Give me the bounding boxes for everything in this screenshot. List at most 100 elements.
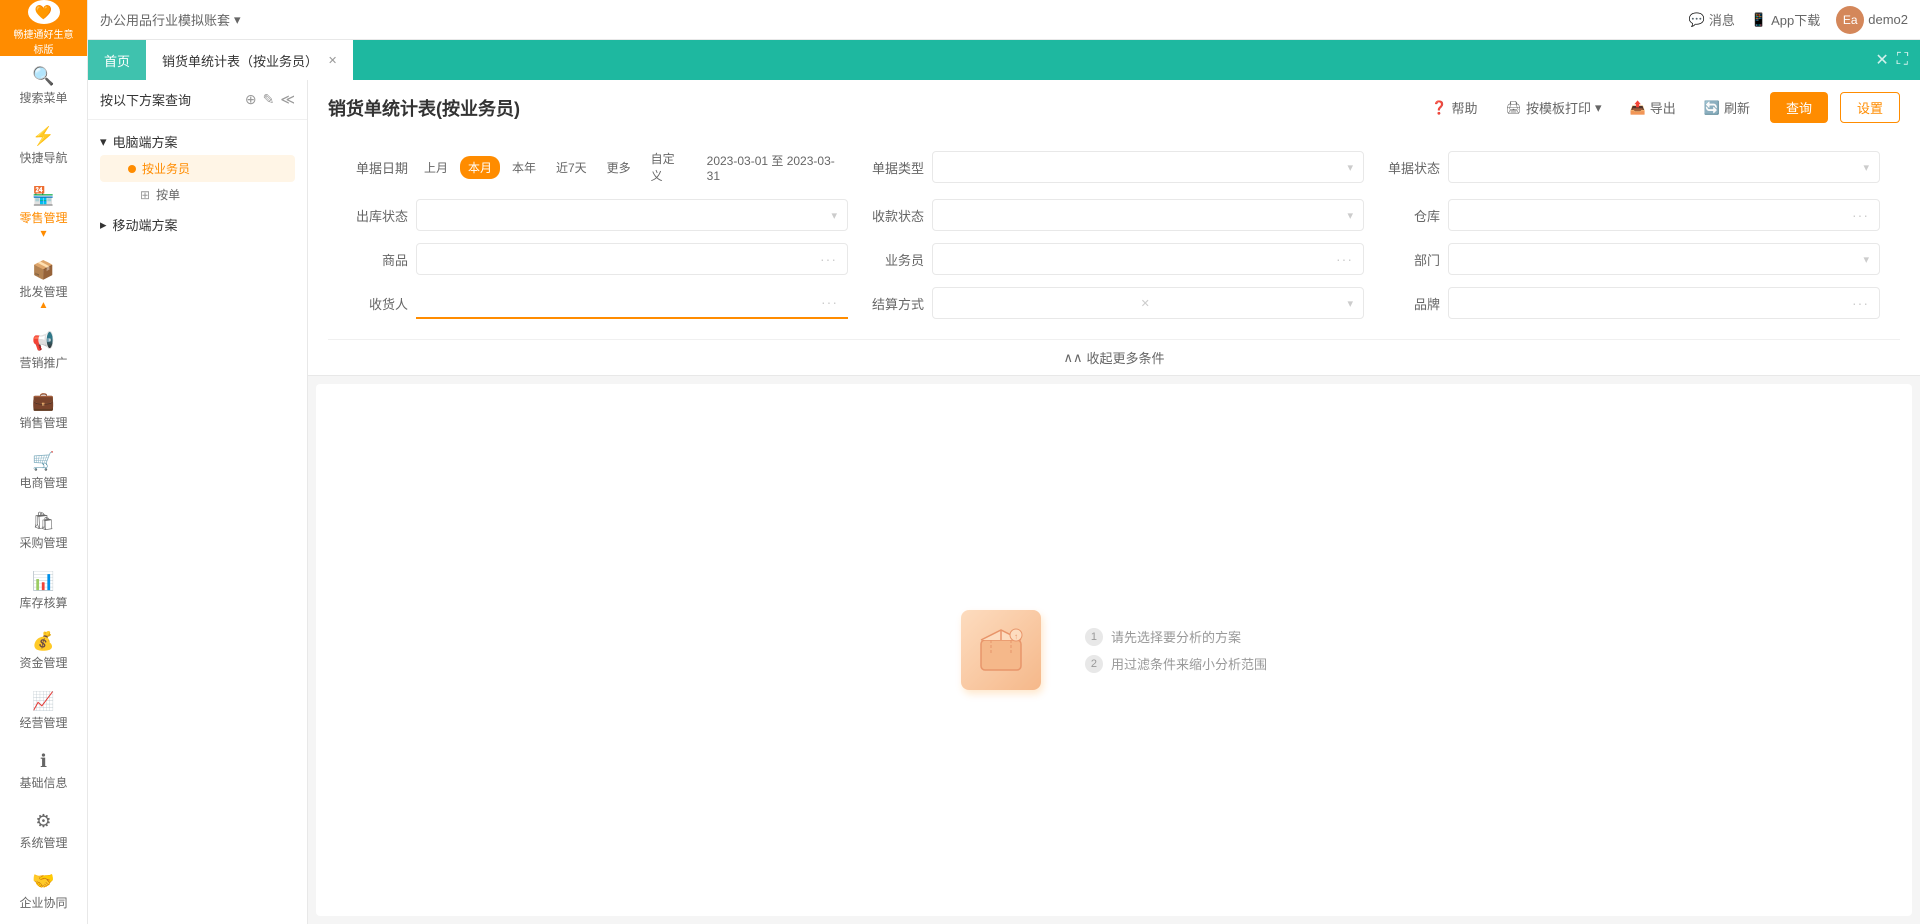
sidebar-item-quick[interactable]: ⚡ 快捷导航 <box>0 116 87 176</box>
app-subtitle: 标版 <box>34 41 54 56</box>
filter-row-1: 单据日期 上月 本月 本年 近7天 更多 自定义 2023-03-01 至 20… <box>348 147 1880 187</box>
query-btn[interactable]: 查询 <box>1770 92 1828 123</box>
left-panel-title: 按以下方案查询 <box>100 90 191 109</box>
tab-home-label: 首页 <box>104 51 130 70</box>
sidebar-item-operations[interactable]: 📈 经营管理 <box>0 681 87 741</box>
brand-input[interactable]: ··· <box>1448 287 1880 319</box>
filter-item-receiver: 收货人 ··· <box>348 287 848 319</box>
sidebar-item-finance[interactable]: 💰 资金管理 <box>0 621 87 681</box>
mobile-scheme-header[interactable]: 移动端方案 <box>100 211 295 238</box>
empty-hints: 1 请先选择要分析的方案 2 用过滤条件来缩小分析范围 <box>1085 627 1267 673</box>
date-btn-7days[interactable]: 近7天 <box>548 156 595 179</box>
settings-btn[interactable]: 设置 <box>1840 92 1900 123</box>
empty-hint-1: 1 请先选择要分析的方案 <box>1085 627 1267 646</box>
marketing-icon: 📢 <box>32 331 54 352</box>
export-icon: 📤 <box>1630 100 1646 116</box>
content-wrapper: 按以下方案查询 ⊕ ✎ ≪ 电脑端方案 按业务员 <box>88 80 1920 924</box>
operations-icon: 📈 <box>32 691 54 712</box>
query-label: 查询 <box>1786 98 1812 117</box>
workspace-selector[interactable]: 办公用品行业模拟账套 ▾ <box>100 10 241 29</box>
template-print-btn[interactable]: 🖨 按模板打印 ▾ <box>1498 94 1610 121</box>
order-type-chevron <box>1347 161 1353 174</box>
receiver-input[interactable]: ··· <box>416 287 848 319</box>
settlement-clear-btn[interactable]: ✕ <box>1141 297 1150 310</box>
sidebar-item-wholesale-label: 批发管理 <box>19 283 67 300</box>
settlement-input[interactable]: ✕ <box>932 287 1364 319</box>
retail-chevron <box>40 226 46 240</box>
sidebar-item-system-label: 系统管理 <box>19 834 67 851</box>
out-status-chevron <box>831 209 837 222</box>
sidebar-item-wholesale[interactable]: 📦 批发管理 ▲ <box>0 250 87 321</box>
collapse-panel-icon[interactable]: ≪ <box>280 91 295 108</box>
export-btn[interactable]: 📤 导出 <box>1622 94 1684 121</box>
refresh-icon: 🔄 <box>1704 100 1720 116</box>
pc-scheme-header[interactable]: 电脑端方案 <box>100 128 295 155</box>
date-btn-this-month[interactable]: 本月 <box>460 156 500 179</box>
sidebar-item-basic[interactable]: ℹ 基础信息 <box>0 741 87 801</box>
empty-hint-2: 2 用过滤条件来缩小分析范围 <box>1085 654 1267 673</box>
refresh-btn[interactable]: 🔄 刷新 <box>1696 94 1758 121</box>
tab-close-btn[interactable]: ✕ <box>328 54 337 67</box>
user-profile[interactable]: Ea demo2 <box>1836 6 1908 34</box>
order-status-input[interactable] <box>1448 151 1880 183</box>
empty-box-icon: ↑ <box>961 610 1041 690</box>
edit-scheme-icon[interactable]: ✎ <box>263 91 275 108</box>
dept-input[interactable] <box>1448 243 1880 275</box>
sidebar-item-retail[interactable]: 🏪 零售管理 <box>0 176 87 250</box>
search-icon: 🔍 <box>32 66 54 87</box>
date-btn-more[interactable]: 更多 <box>599 156 639 179</box>
workspace-chevron: ▾ <box>234 12 241 28</box>
tab-close-window-icon[interactable]: ✕ <box>1875 50 1888 70</box>
tab-home[interactable]: 首页 <box>88 40 146 80</box>
tab-sales-stats[interactable]: 销货单统计表（按业务员） ✕ <box>146 40 353 80</box>
avatar: Ea <box>1836 6 1864 34</box>
app-download-btn[interactable]: 📱 App下载 <box>1751 10 1820 29</box>
receipt-status-input[interactable] <box>932 199 1364 231</box>
hint-text-1: 请先选择要分析的方案 <box>1111 627 1241 646</box>
dept-label: 部门 <box>1380 250 1440 269</box>
hint-num-2: 2 <box>1085 655 1103 673</box>
date-btn-custom[interactable]: 自定义 <box>643 147 695 187</box>
sidebar-item-enterprise[interactable]: 🤝 企业协同 <box>0 861 87 921</box>
date-btn-this-year[interactable]: 本年 <box>504 156 544 179</box>
sidebar-item-system[interactable]: ⚙ 系统管理 <box>0 801 87 861</box>
order-type-input[interactable] <box>932 151 1364 183</box>
filter-item-order-type: 单据类型 <box>864 151 1364 183</box>
out-status-input[interactable] <box>416 199 848 231</box>
filter-area: 单据日期 上月 本月 本年 近7天 更多 自定义 2023-03-01 至 20… <box>328 135 1900 339</box>
tab-maximize-icon[interactable]: ⛶ <box>1897 51 1908 69</box>
page-header-top: 销货单统计表(按业务员) ❓ 帮助 🖨 按模板打印 ▾ 📤 <box>328 92 1900 123</box>
sidebar-item-finance-label: 资金管理 <box>19 654 67 671</box>
sidebar: 🧡 畅捷通好生意 标版 🔍 搜索菜单 ⚡ 快捷导航 🏪 零售管理 📦 批发管理 … <box>0 0 88 924</box>
sidebar-item-purchase[interactable]: 🛍 采购管理 <box>0 501 87 561</box>
left-panel-header: 按以下方案查询 ⊕ ✎ ≪ <box>88 80 307 120</box>
filter-item-receipt-status: 收款状态 <box>864 199 1364 231</box>
collapse-filters-btn[interactable]: ∧∧ 收起更多条件 <box>328 339 1900 375</box>
warehouse-dots: ··· <box>1852 207 1869 223</box>
date-btn-last-month[interactable]: 上月 <box>416 156 456 179</box>
add-scheme-icon[interactable]: ⊕ <box>245 91 257 108</box>
sidebar-item-inventory-label: 库存核算 <box>19 594 67 611</box>
sidebar-item-marketing[interactable]: 📢 营销推广 <box>0 321 87 381</box>
retail-icon: 🏪 <box>32 186 54 207</box>
scheme-item-order[interactable]: ⊞ 按单 <box>100 182 295 207</box>
scheme-item-salesperson[interactable]: 按业务员 <box>100 155 295 182</box>
receipt-status-chevron <box>1347 209 1353 222</box>
settlement-label: 结算方式 <box>864 294 924 313</box>
quick-nav-icon: ⚡ <box>32 126 54 147</box>
hint-text-2: 用过滤条件来缩小分析范围 <box>1111 654 1267 673</box>
sidebar-item-search-label: 搜索菜单 <box>19 89 67 106</box>
main-area: 办公用品行业模拟账套 ▾ 💬 消息 📱 App下载 Ea demo2 首页 <box>88 0 1920 924</box>
sidebar-item-sales[interactable]: 💼 销售管理 <box>0 381 87 441</box>
left-panel-icons: ⊕ ✎ ≪ <box>245 91 295 108</box>
warehouse-input[interactable]: ··· <box>1448 199 1880 231</box>
help-btn[interactable]: ❓ 帮助 <box>1423 94 1485 121</box>
salesperson-input[interactable]: ··· <box>932 243 1364 275</box>
message-btn[interactable]: 💬 消息 <box>1689 10 1735 29</box>
goods-input[interactable]: ··· <box>416 243 848 275</box>
sidebar-item-inventory[interactable]: 📊 库存核算 <box>0 561 87 621</box>
sidebar-item-search[interactable]: 🔍 搜索菜单 <box>0 56 87 116</box>
workspace-name: 办公用品行业模拟账套 <box>100 10 230 29</box>
topbar: 办公用品行业模拟账套 ▾ 💬 消息 📱 App下载 Ea demo2 <box>88 0 1920 40</box>
sidebar-item-ecommerce[interactable]: 🛒 电商管理 <box>0 441 87 501</box>
